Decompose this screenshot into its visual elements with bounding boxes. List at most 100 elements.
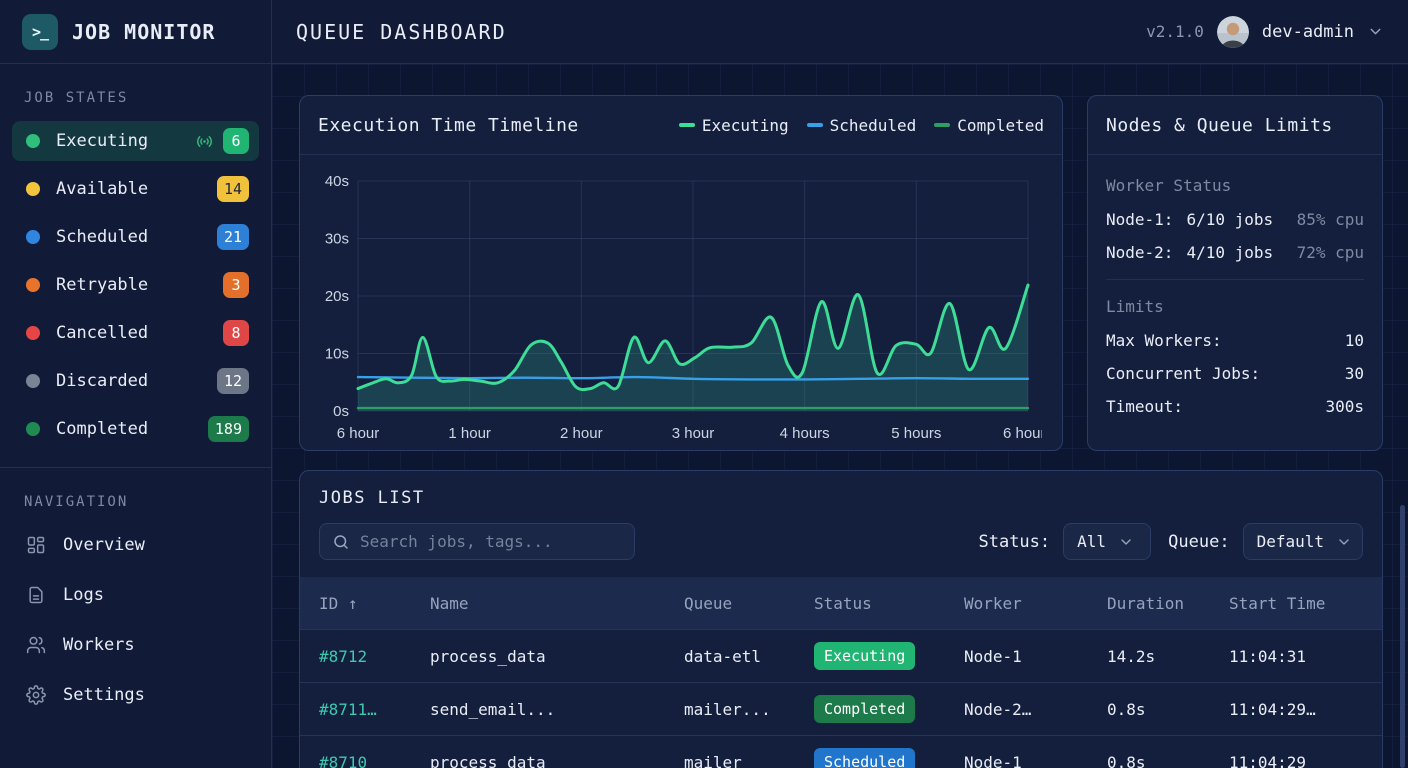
- status-dot-icon: [26, 134, 40, 148]
- count-badge: 8: [223, 320, 249, 346]
- nodes-queue-limits-panel: Nodes & Queue Limits Worker Status Node-…: [1087, 95, 1383, 451]
- nodes-panel-body: Worker Status Node-1: 6/10 jobs 85% cpu …: [1088, 155, 1382, 450]
- job-queue: mailer: [684, 752, 742, 768]
- chevron-down-icon[interactable]: [1367, 23, 1384, 40]
- nav-label: Overview: [63, 535, 145, 555]
- search-box: [319, 523, 635, 560]
- table-body: #8712 process_data data-etl Executing No…: [300, 629, 1382, 768]
- table-row[interactable]: #8712 process_data data-etl Executing No…: [300, 629, 1382, 682]
- table-filter: Queue: Default: [1168, 523, 1363, 560]
- job-duration: 0.8s: [1107, 752, 1146, 768]
- chevron-down-icon: [1118, 534, 1134, 550]
- state-label: Executing: [56, 131, 149, 151]
- status-dot-icon: [26, 230, 40, 244]
- job-states-section-label: JOB STATES: [24, 90, 129, 106]
- svg-text:20s: 20s: [325, 288, 349, 305]
- filter-label: Queue:: [1168, 531, 1230, 552]
- nav-label: Settings: [63, 685, 145, 705]
- sidebar-state-item[interactable]: Available 14: [12, 169, 259, 209]
- nav-label: Workers: [63, 635, 135, 655]
- job-start-time: 11:04:31: [1229, 646, 1307, 666]
- job-name: process_data: [430, 752, 546, 768]
- job-start-time: 11:04:29: [1229, 752, 1307, 768]
- status-badge: Scheduled: [814, 748, 916, 768]
- svg-text:6 hour: 6 hour: [337, 425, 380, 442]
- job-worker: Node-1: [964, 646, 1022, 666]
- navigation-section-label: NAVIGATION: [24, 494, 129, 510]
- column-header[interactable]: Start Time: [1229, 594, 1382, 613]
- column-header[interactable]: Status: [814, 594, 964, 613]
- legend-item[interactable]: Scheduled: [806, 116, 916, 135]
- legend-swatch: [806, 123, 823, 127]
- count-badge: 12: [216, 368, 249, 394]
- search-input[interactable]: [360, 532, 622, 551]
- terminal-icon: >_: [22, 13, 58, 50]
- filters: Status: All Queue: Default: [978, 523, 1363, 560]
- svg-text:6 hours: 6 hours: [1003, 425, 1042, 442]
- limits-label: Limits: [1106, 297, 1164, 316]
- job-id-link[interactable]: #8711…: [319, 700, 430, 719]
- jobs-list-panel: JOBS LIST Status: All Queue: Default: [299, 470, 1383, 768]
- grid-icon: [26, 535, 46, 555]
- column-header[interactable]: Duration: [1107, 594, 1229, 613]
- users-icon: [26, 635, 46, 655]
- limit-row: Timeout: 300s: [1106, 397, 1364, 416]
- worker-jobs: 6/10 jobs: [1186, 210, 1274, 229]
- worker-status-label: Worker Status: [1106, 176, 1232, 195]
- chevron-down-icon: [1336, 534, 1352, 550]
- timeline-chart: 0s 10s 20s 30s 40s 6 hour 1 hour 2 hour 3 hour 4 …: [325, 173, 1053, 442]
- sidebar-state-item[interactable]: Completed 189: [12, 409, 259, 449]
- status-dot-icon: [26, 374, 40, 388]
- topbar-right: v2.1.0 dev-admin: [1146, 15, 1384, 48]
- column-header[interactable]: ID ↑: [319, 594, 430, 613]
- job-start-time: 11:04:29…: [1229, 699, 1316, 719]
- sidebar-item-logs[interactable]: Logs: [12, 575, 259, 615]
- status-badge: Executing: [814, 642, 916, 670]
- sidebar-state-item[interactable]: Executing 6: [12, 121, 259, 161]
- count-badge: 14: [216, 176, 249, 202]
- job-id-link[interactable]: #8712: [319, 647, 430, 666]
- status-dot-icon: [26, 278, 40, 292]
- table-header-row: ID ↑ Name Queue Status Worker Duration Start T…: [300, 577, 1382, 629]
- svg-text:2 hour: 2 hour: [560, 425, 603, 442]
- table-row[interactable]: #8711… send_email... mailer... Completed…: [300, 682, 1382, 735]
- job-id-link[interactable]: #8710: [319, 753, 430, 768]
- avatar[interactable]: [1216, 15, 1249, 48]
- column-header[interactable]: Queue: [684, 594, 814, 613]
- nodes-panel-title: Nodes & Queue Limits: [1106, 114, 1333, 136]
- sidebar-state-item[interactable]: Retryable 3: [12, 265, 259, 305]
- limits-list: Max Workers: 10 Concurrent Jobs: 30 Time…: [1106, 331, 1364, 416]
- legend-item[interactable]: Executing: [678, 116, 789, 135]
- svg-text:5 hours: 5 hours: [891, 425, 941, 442]
- sidebar-item-overview[interactable]: Overview: [12, 525, 259, 565]
- job-states-list: Executing 6 Available 14 Scheduled 21 Re…: [12, 121, 259, 449]
- job-name: send_email...: [430, 699, 556, 719]
- status-select[interactable]: All: [1063, 523, 1152, 560]
- limit-label: Max Workers:: [1106, 331, 1222, 350]
- sidebar-item-settings[interactable]: Settings: [12, 675, 259, 715]
- sidebar-state-item[interactable]: Cancelled 8: [12, 313, 259, 353]
- sidebar-state-item[interactable]: Scheduled 21: [12, 217, 259, 257]
- legend-swatch: [678, 123, 695, 127]
- job-duration: 0.8s: [1107, 699, 1146, 719]
- app-window: >_ JOB MONITOR QUEUE DASHBOARD v2.1.0 de…: [0, 0, 1408, 768]
- limit-value: 300s: [1325, 397, 1364, 416]
- svg-text:4 hours: 4 hours: [780, 425, 830, 442]
- sidebar-state-item[interactable]: Discarded 12: [12, 361, 259, 401]
- legend-item[interactable]: Completed: [934, 116, 1044, 135]
- file-icon: [26, 585, 46, 605]
- job-queue: data-etl: [684, 646, 762, 666]
- column-header[interactable]: Name: [430, 594, 684, 613]
- filter-value: All: [1077, 532, 1107, 551]
- status-dot-icon: [26, 326, 40, 340]
- sidebar-item-workers[interactable]: Workers: [12, 625, 259, 665]
- table-row[interactable]: #8710 process_data mailer Scheduled Node…: [300, 735, 1382, 768]
- main-content: Execution Time Timeline Executing Schedu…: [272, 64, 1408, 768]
- navigation-list: Overview Logs Workers Settings: [12, 525, 259, 715]
- page-scrollbar[interactable]: [1400, 505, 1405, 768]
- chart-title: Execution Time Timeline: [318, 114, 579, 136]
- count-badge: 21: [216, 224, 249, 250]
- broadcast-icon: [195, 132, 214, 151]
- queue-select[interactable]: Default: [1242, 523, 1363, 560]
- column-header[interactable]: Worker: [964, 594, 1107, 613]
